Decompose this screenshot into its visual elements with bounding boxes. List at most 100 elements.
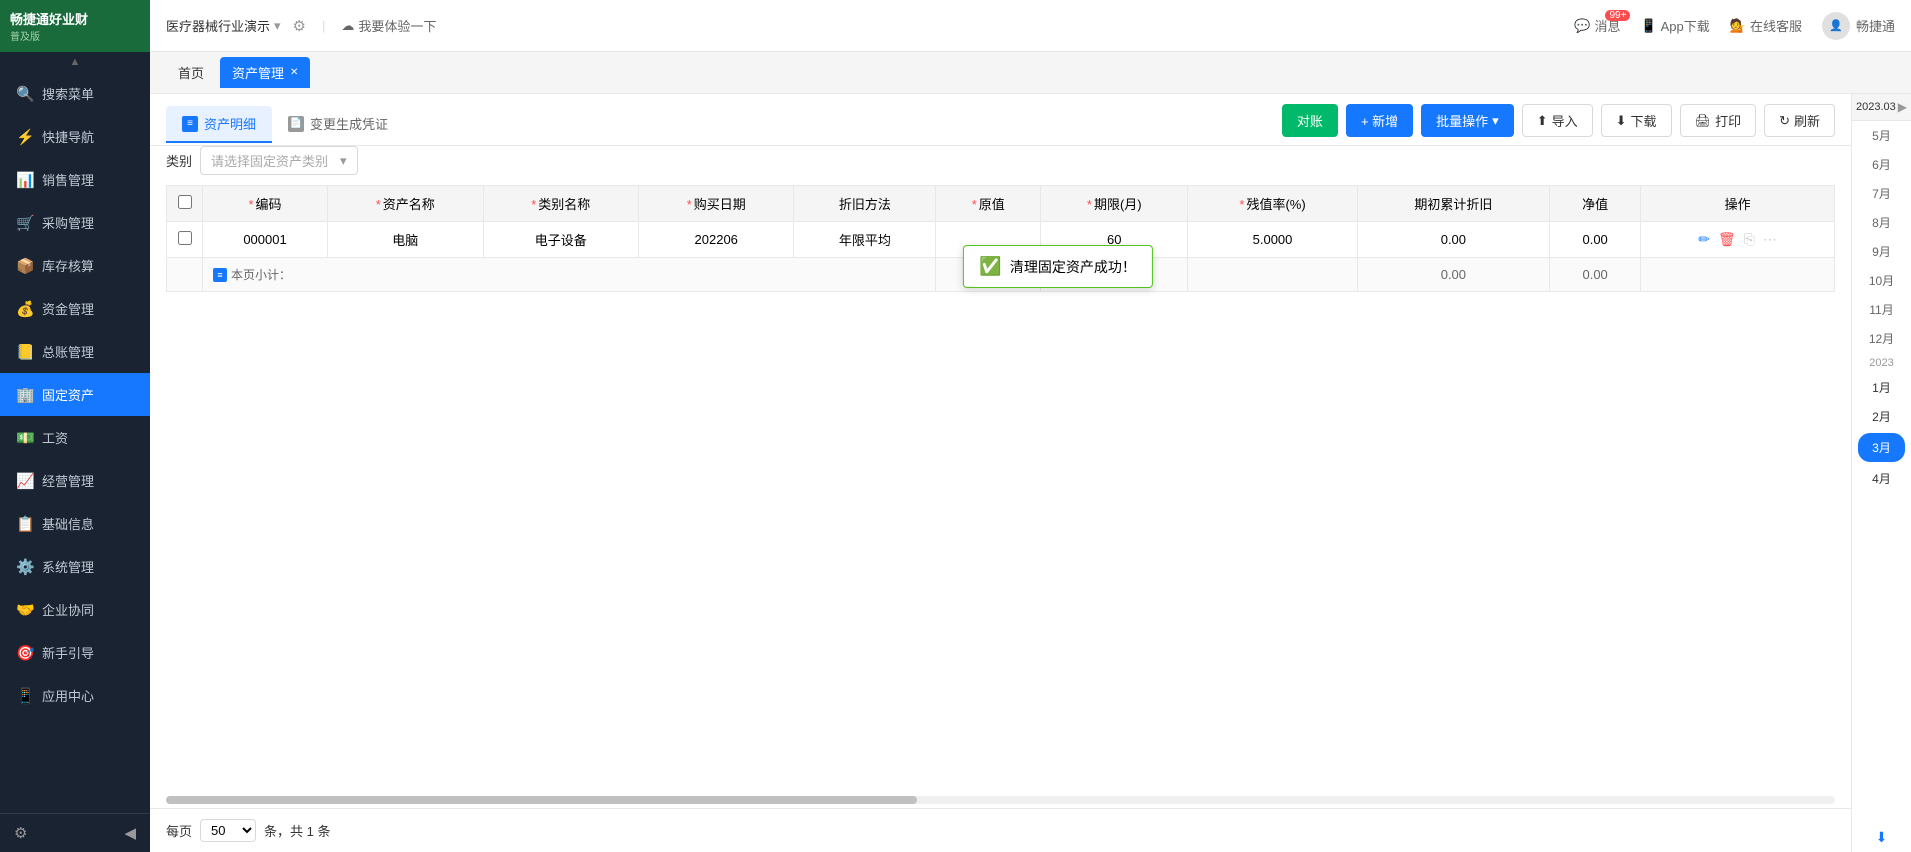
per-page-select[interactable]: 50 10 20 100 <box>200 819 256 842</box>
calendar-down-icon[interactable]: ⬇ <box>1876 829 1888 846</box>
sidebar-scroll-up[interactable]: ▲ <box>70 56 81 68</box>
calendar-header: 2023.03 ▶ <box>1852 94 1911 121</box>
calendar-apr[interactable]: 4月 <box>1852 464 1911 493</box>
sidebar-item-fixedassets[interactable]: 🏢 固定资产 <box>0 373 150 416</box>
tab-home[interactable]: 首页 <box>166 57 216 88</box>
settings-icon[interactable]: ⚙ <box>14 824 27 842</box>
new-btn[interactable]: + 新增 <box>1346 104 1413 137</box>
import-btn[interactable]: ⬆ 导入 <box>1522 104 1593 137</box>
app-edition: 普及版 <box>10 28 88 43</box>
sidebar-item-ledger[interactable]: 📒 总账管理 <box>0 330 150 373</box>
th-action-label: 操作 <box>1725 197 1751 212</box>
filter-row: 类别 请选择固定资产类别 ▾ <box>150 146 1851 185</box>
sidebar-label-management: 经营管理 <box>42 471 94 490</box>
sidebar-item-sysmanage[interactable]: ⚙️ 系统管理 <box>0 545 150 588</box>
message-badge: 99+ <box>1605 10 1630 21</box>
sidebar-item-guide[interactable]: 🎯 新手引导 <box>0 631 150 674</box>
assetmgmt-tab-label: 资产管理 <box>232 63 284 82</box>
sidebar-item-cooperation[interactable]: 🤝 企业协同 <box>0 588 150 631</box>
ledger-icon: 📒 <box>16 343 34 361</box>
message-btn[interactable]: 💬 消息 99+ <box>1574 16 1620 35</box>
refresh-btn[interactable]: ↻ 刷新 <box>1764 104 1835 137</box>
finance-icon: 💰 <box>16 300 34 318</box>
sidebar-label-ledger: 总账管理 <box>42 342 94 361</box>
asset-table-wrap: *编码 *资产名称 *类别名称 *购买日期 折旧方法 *原值 *期限(月) *残… <box>150 185 1851 792</box>
user-profile[interactable]: 👤 畅捷通 <box>1822 12 1895 40</box>
calendar-mar[interactable]: 3月 <box>1858 433 1905 462</box>
sidebar-nav: 🔍 搜索菜单 ⚡ 快捷导航 📊 销售管理 🛒 采购管理 📦 库存核算 💰 资金管… <box>0 72 150 813</box>
subtab-vouchergen[interactable]: 📄 变更生成凭证 <box>272 106 404 143</box>
fixedassets-icon: 🏢 <box>16 386 34 404</box>
sidebar-item-search[interactable]: 🔍 搜索菜单 <box>0 72 150 115</box>
settings-gear-icon[interactable]: ⚙ <box>293 17 306 35</box>
calendar-jul[interactable]: 7月 <box>1852 179 1911 208</box>
th-initial-accumulated: 期初累计折旧 <box>1357 186 1549 222</box>
sidebar-item-inventory[interactable]: 📦 库存核算 <box>0 244 150 287</box>
category-select[interactable]: 请选择固定资产类别 ▾ <box>200 146 358 175</box>
per-page-label: 每页 <box>166 821 192 840</box>
company-selector[interactable]: 医疗器械行业演示 ▾ <box>166 16 281 35</box>
calendar-aug[interactable]: 8月 <box>1852 208 1911 237</box>
copy-icon[interactable]: ⎘ <box>1744 231 1755 248</box>
calendar-dec[interactable]: 12月 <box>1852 324 1911 353</box>
sidebar-item-quicknav[interactable]: ⚡ 快捷导航 <box>0 115 150 158</box>
row-depreciation: 年限平均 <box>794 222 936 258</box>
online-service-btn[interactable]: 💁 在线客服 <box>1730 16 1802 35</box>
panel-toggle-icon[interactable]: ▶ <box>1898 100 1907 114</box>
sidebar-label-sysmanage: 系统管理 <box>42 557 94 576</box>
subtab-assetdetail[interactable]: ≡ 资产明细 <box>166 106 272 143</box>
app-download-icon: 📱 <box>1640 18 1656 34</box>
print-label: 打印 <box>1715 111 1741 130</box>
quicknav-icon: ⚡ <box>16 128 34 146</box>
horizontal-scrollbar[interactable] <box>166 796 1835 804</box>
reconcile-btn[interactable]: 对账 <box>1282 104 1338 137</box>
toast-message: 清理固定资产成功！ <box>1010 257 1136 277</box>
batch-label: 批量操作 <box>1436 111 1488 130</box>
more-icon[interactable]: ⋯ <box>1763 231 1777 248</box>
th-net-value: 净值 <box>1550 186 1641 222</box>
scrollbar-thumb[interactable] <box>166 796 917 804</box>
content-main: ≡ 资产明细 📄 变更生成凭证 对账 + 新增 批量操作 <box>150 94 1851 852</box>
category-select-arrow: ▾ <box>340 153 347 169</box>
experience-btn[interactable]: ☁ 我要体验一下 <box>341 16 436 35</box>
calendar-nov[interactable]: 11月 <box>1852 295 1911 324</box>
tab-assetmgmt[interactable]: 资产管理 ✕ <box>220 57 310 88</box>
sidebar-item-purchase[interactable]: 🛒 采购管理 <box>0 201 150 244</box>
purchase-icon: 🛒 <box>16 214 34 232</box>
sidebar-label-cooperation: 企业协同 <box>42 600 94 619</box>
calendar-feb[interactable]: 2月 <box>1852 402 1911 431</box>
sidebar-item-sales[interactable]: 📊 销售管理 <box>0 158 150 201</box>
download-btn[interactable]: ⬇ 下载 <box>1601 104 1672 137</box>
service-label: 在线客服 <box>1750 16 1802 35</box>
calendar-oct[interactable]: 10月 <box>1852 266 1911 295</box>
basicinfo-icon: 📋 <box>16 515 34 533</box>
calendar-jan[interactable]: 1月 <box>1852 373 1911 402</box>
sidebar-item-appcenter[interactable]: 📱 应用中心 <box>0 674 150 717</box>
th-initialaccum-label: 期初累计折旧 <box>1414 197 1492 212</box>
calendar-jun[interactable]: 6月 <box>1852 150 1911 179</box>
batch-btn[interactable]: 批量操作 ▾ <box>1421 104 1514 137</box>
sidebar-item-management[interactable]: 📈 经营管理 <box>0 459 150 502</box>
select-all-checkbox[interactable] <box>178 195 192 209</box>
th-name: *资产名称 <box>328 186 483 222</box>
collapse-icon[interactable]: ◀ <box>124 824 136 842</box>
appcenter-icon: 📱 <box>16 687 34 705</box>
sidebar-item-wages[interactable]: 💵 工资 <box>0 416 150 459</box>
sidebar-item-finance[interactable]: 💰 资金管理 <box>0 287 150 330</box>
row-checkbox-cell <box>167 222 203 258</box>
delete-icon[interactable]: 🗑 <box>1718 231 1736 248</box>
calendar-may[interactable]: 5月 <box>1852 121 1911 150</box>
tab-close-icon[interactable]: ✕ <box>290 67 298 78</box>
search-icon: 🔍 <box>16 85 34 103</box>
calendar-sep[interactable]: 9月 <box>1852 237 1911 266</box>
sidebar-item-basicinfo[interactable]: 📋 基础信息 <box>0 502 150 545</box>
th-netvalue-label: 净值 <box>1582 197 1608 212</box>
refresh-label: 刷新 <box>1794 111 1820 130</box>
print-btn[interactable]: 🖨 打印 <box>1680 104 1757 137</box>
home-tab-label: 首页 <box>178 63 204 82</box>
row-checkbox[interactable] <box>178 231 192 245</box>
edit-icon[interactable]: ✏ <box>1698 231 1710 248</box>
cloud-icon: ☁ <box>341 18 354 34</box>
app-download-btn[interactable]: 📱 App下载 <box>1640 16 1709 35</box>
th-period: *期限(月) <box>1041 186 1188 222</box>
